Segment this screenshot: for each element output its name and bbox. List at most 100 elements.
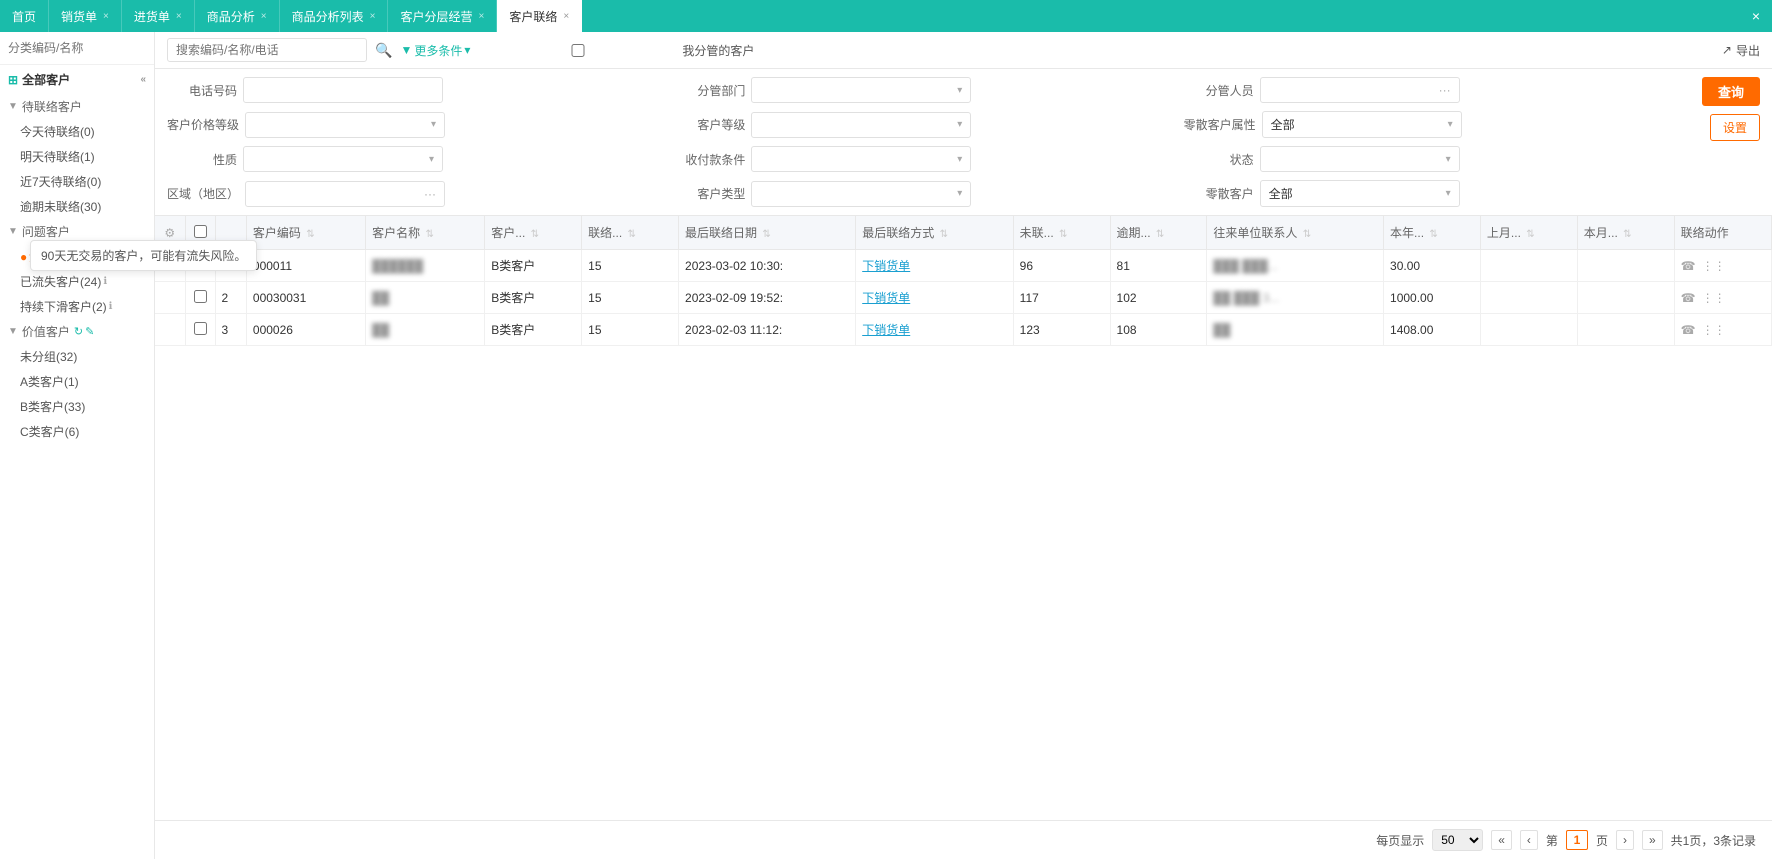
tab-sales[interactable]: 销货单 ×	[49, 0, 122, 32]
per-page-select[interactable]: 50 10 20 100	[1432, 829, 1483, 851]
last-page-btn[interactable]: »	[1642, 830, 1663, 850]
row-last-month	[1480, 282, 1577, 314]
close-customer-contact-tab[interactable]: ×	[563, 11, 569, 22]
row-last-way[interactable]: 下销货单	[856, 314, 1013, 346]
first-page-btn[interactable]: «	[1491, 830, 1512, 850]
filter-customer-type: 客户类型 ▾	[675, 181, 1163, 207]
col-unit-contact[interactable]: 往来单位联系人 ⇅	[1207, 216, 1384, 250]
sidebar-item-unclassified[interactable]: 未分组(32)	[0, 344, 154, 369]
search-input[interactable]	[167, 38, 367, 62]
more-conditions-toggle[interactable]: ▼ 更多条件 ▾	[400, 42, 470, 59]
col-this-year[interactable]: 本年... ⇅	[1384, 216, 1481, 250]
col-contact[interactable]: 联络... ⇅	[582, 216, 679, 250]
close-all-tabs[interactable]: ×	[1740, 8, 1772, 24]
sidebar-search-input[interactable]	[8, 41, 155, 55]
retail-select[interactable]: 全部 ▾	[1260, 180, 1460, 207]
close-customer-tier-tab[interactable]: ×	[478, 11, 484, 22]
action-contact-icon[interactable]: ☎	[1681, 259, 1696, 273]
next-page-btn[interactable]: ›	[1616, 830, 1634, 850]
filter-action-btns: 查询 设置	[1680, 77, 1760, 141]
filter-row-2: 客户价格等级 ▾ 客户等级 ▾	[167, 111, 1672, 138]
col-this-month[interactable]: 本月... ⇅	[1577, 216, 1674, 250]
setting-button[interactable]: 设置	[1710, 114, 1760, 141]
price-level-select[interactable]: ▾	[245, 112, 445, 138]
col-code[interactable]: 客户编码 ⇅	[246, 216, 365, 250]
sidebar-item-a-class[interactable]: A类客户(1)	[0, 369, 154, 394]
action-contact-icon[interactable]: ☎	[1681, 291, 1696, 305]
close-analysis-list-tab[interactable]: ×	[370, 11, 376, 22]
phone-input[interactable]	[243, 77, 443, 103]
sidebar-item-churned[interactable]: 已流失客户(24) ℹ	[0, 269, 154, 294]
action-more-icon[interactable]: ⋮⋮	[1702, 323, 1726, 337]
my-customers-check[interactable]	[478, 44, 678, 57]
sidebar-item-b-class[interactable]: B类客户(33)	[0, 394, 154, 419]
sidebar-item-tomorrow[interactable]: 明天待联络(1)	[0, 144, 154, 169]
row-check-1[interactable]	[194, 290, 207, 303]
search-button[interactable]: 🔍	[375, 42, 392, 59]
filter-customer-level: 客户等级 ▾	[675, 112, 1163, 138]
select-all-checkbox[interactable]	[194, 225, 207, 238]
arrow-problem: ▼	[8, 226, 18, 237]
sidebar-group-value[interactable]: ▼ 价值客户 ↻ ✎	[0, 319, 154, 344]
row-checkbox[interactable]	[185, 282, 215, 314]
sidebar-item-today[interactable]: 今天待联络(0)	[0, 119, 154, 144]
row-last-way[interactable]: 下销货单	[856, 250, 1013, 282]
close-sales-tab[interactable]: ×	[103, 11, 109, 22]
payment-arrow: ▾	[957, 154, 962, 165]
export-button[interactable]: ↗ 导出	[1722, 42, 1760, 59]
row-checkbox[interactable]	[185, 314, 215, 346]
sidebar-item-7days[interactable]: 近7天待联络(0)	[0, 169, 154, 194]
customer-type-select[interactable]: ▾	[751, 181, 971, 207]
my-customers-checkbox[interactable]: 我分管的客户	[478, 42, 754, 59]
top-nav: 首页 销货单 × 进货单 × 商品分析 × 商品分析列表 × 客户分层经营 × …	[0, 0, 1772, 32]
col-type[interactable]: 客户... ⇅	[485, 216, 582, 250]
tab-home[interactable]: 首页	[0, 0, 49, 32]
region-select[interactable]: ···	[245, 181, 445, 207]
sidebar-group-pending[interactable]: ▼ 待联络客户	[0, 94, 154, 119]
status-select[interactable]: ▾	[1260, 146, 1460, 172]
action-more-icon[interactable]: ⋮⋮	[1702, 259, 1726, 273]
manager-input[interactable]: ···	[1260, 77, 1460, 103]
col-last-way[interactable]: 最后联络方式 ⇅	[856, 216, 1013, 250]
query-button[interactable]: 查询	[1702, 77, 1760, 106]
action-more-icon[interactable]: ⋮⋮	[1702, 291, 1726, 305]
row-code: 00030031	[246, 282, 365, 314]
tab-customer-tier[interactable]: 客户分层经营 ×	[388, 0, 497, 32]
row-unit-contact: ██	[1207, 314, 1384, 346]
col-overdue[interactable]: 逾期... ⇅	[1110, 216, 1207, 250]
col-uncontacted[interactable]: 未联... ⇅	[1013, 216, 1110, 250]
prev-page-btn[interactable]: ‹	[1520, 830, 1538, 850]
col-last-month[interactable]: 上月... ⇅	[1480, 216, 1577, 250]
sidebar-item-overdue[interactable]: 逾期未联络(30)	[0, 194, 154, 219]
tab-customer-contact[interactable]: 客户联络 ×	[497, 0, 582, 32]
sidebar-item-c-class[interactable]: C类客户(6)	[0, 419, 154, 444]
close-analysis-tab[interactable]: ×	[261, 11, 267, 22]
nature-arrow: ▾	[429, 154, 434, 165]
table-row: 1 000011 ██████ B类客户 15 2023-03-02 10:30…	[155, 250, 1772, 282]
nature-select[interactable]: ▾	[243, 146, 443, 172]
row-settings	[155, 314, 185, 346]
sidebar-all-customers[interactable]: ⊞ 全部客户 «	[0, 65, 154, 94]
row-settings	[155, 282, 185, 314]
payment-select[interactable]: ▾	[751, 146, 971, 172]
tab-purchase[interactable]: 进货单 ×	[122, 0, 195, 32]
sidebar-item-declining[interactable]: 持续下滑客户(2) ℹ	[0, 294, 154, 319]
row-check-2[interactable]	[194, 322, 207, 335]
refresh-icon[interactable]: ↻	[74, 325, 83, 338]
toolbar: 🔍 ▼ 更多条件 ▾ 我分管的客户 ↗ 导出	[155, 32, 1772, 69]
close-purchase-tab[interactable]: ×	[176, 11, 182, 22]
edit-icon[interactable]: ✎	[85, 325, 94, 338]
sort-name: ⇅	[425, 229, 433, 240]
col-name[interactable]: 客户名称 ⇅	[366, 216, 485, 250]
row-last-date: 2023-02-03 11:12:	[679, 314, 856, 346]
customer-level-select[interactable]: ▾	[751, 112, 971, 138]
col-last-date[interactable]: 最后联络日期 ⇅	[679, 216, 856, 250]
action-contact-icon[interactable]: ☎	[1681, 323, 1696, 337]
dept-select-arrow: ▾	[957, 85, 962, 96]
tab-analysis[interactable]: 商品分析 ×	[195, 0, 280, 32]
dept-select[interactable]: ▾	[751, 77, 971, 103]
tab-analysis-list[interactable]: 商品分析列表 ×	[280, 0, 389, 32]
retail-attr-select[interactable]: 全部 ▾	[1262, 111, 1462, 138]
row-last-way[interactable]: 下销货单	[856, 282, 1013, 314]
filter-icon: ▼	[400, 43, 412, 57]
